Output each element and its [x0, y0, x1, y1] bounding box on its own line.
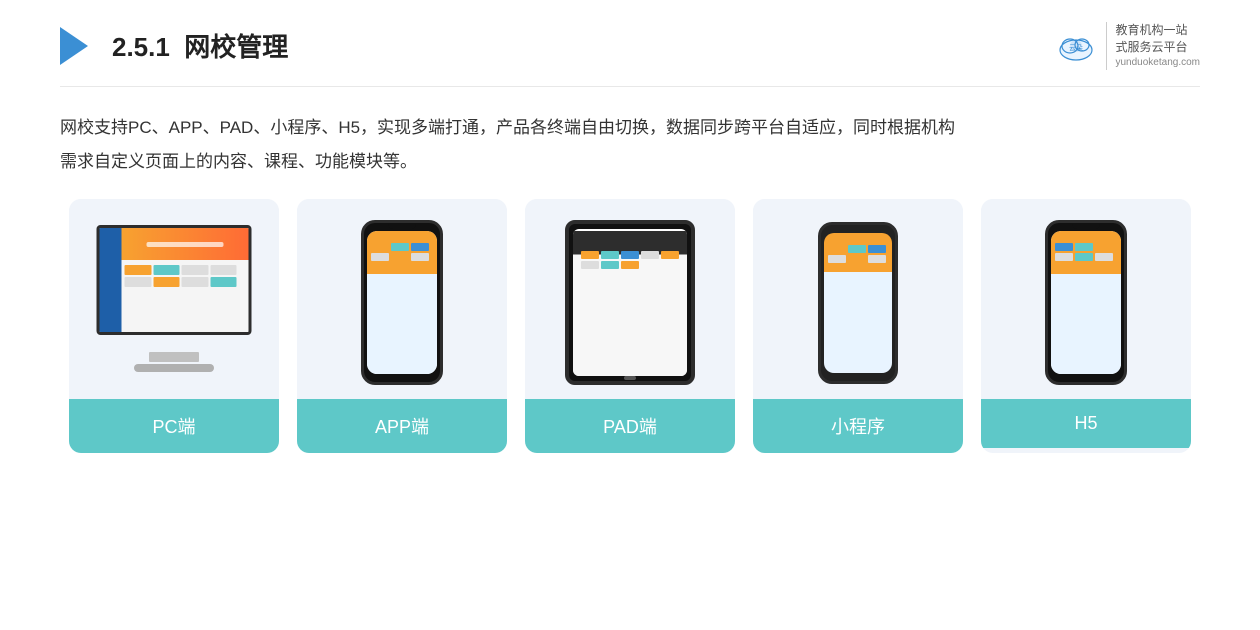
- desktop-cell-8: [210, 277, 237, 287]
- mini-phone-mockup: [818, 222, 898, 384]
- card-app-image: [297, 199, 507, 399]
- block-6: [411, 253, 429, 261]
- header-left: 2.5.1 网校管理: [60, 27, 288, 65]
- block-5: [391, 253, 409, 261]
- phone-notch-h5: [1072, 223, 1100, 229]
- card-pc-label: PC端: [69, 399, 279, 453]
- block-3: [411, 243, 429, 251]
- h5-block-4: [1055, 253, 1073, 261]
- card-app-label: APP端: [297, 399, 507, 453]
- pad-block-4: [641, 251, 659, 259]
- tablet-content: [573, 231, 687, 376]
- mini-block-6: [868, 255, 886, 263]
- brand-line1: yunduoketang.com: [1115, 56, 1200, 70]
- desktop-cell-5: [125, 277, 152, 287]
- h5-block-1: [1055, 243, 1073, 251]
- mini-block-2: [848, 245, 866, 253]
- desktop-mockup: [89, 225, 259, 380]
- h5-block-3: [1095, 243, 1113, 251]
- block-4: [371, 253, 389, 261]
- h5-block-2: [1075, 243, 1093, 251]
- desktop-cell-7: [182, 277, 209, 287]
- page-title: 2.5.1 网校管理: [112, 27, 288, 64]
- desktop-main: [122, 228, 249, 332]
- phone-screen-h5: [1051, 231, 1121, 374]
- brand-line2: 教育机构一站: [1115, 22, 1200, 39]
- phone-mockup-app: [361, 220, 443, 385]
- mini-phone-screen: [824, 233, 892, 373]
- brand-line3: 式服务云平台: [1115, 39, 1200, 56]
- brand-text: 教育机构一站 式服务云平台 yunduoketang.com: [1106, 22, 1200, 70]
- mini-phone-notch: [845, 225, 871, 230]
- card-h5-label: H5: [981, 399, 1191, 448]
- mini-block-3: [868, 245, 886, 253]
- pad-mini-blocks: [577, 247, 683, 273]
- desktop-grid: [122, 262, 249, 290]
- mini-mini-blocks: [824, 241, 892, 267]
- mini-phone-content: [824, 233, 892, 373]
- desktop-hero-text: [147, 242, 223, 247]
- desktop-cell-3: [182, 265, 209, 275]
- card-app: APP端: [297, 199, 507, 453]
- desktop-sidebar: [100, 228, 122, 332]
- mini-block-1: [828, 245, 846, 253]
- desktop-content: [100, 228, 249, 332]
- title-bold: 网校管理: [184, 32, 288, 62]
- card-pad-image: [525, 199, 735, 399]
- pad-block-5: [661, 251, 679, 259]
- phone-content-h5: [1051, 231, 1121, 374]
- section-number: 2.5.1: [112, 32, 170, 62]
- card-h5: H5: [981, 199, 1191, 453]
- phone-notch-app: [388, 223, 416, 229]
- tablet-mockup: [565, 220, 695, 385]
- svg-text:云朵: 云朵: [1069, 44, 1083, 52]
- mini-block-5: [848, 255, 866, 263]
- phone-content-app: [367, 231, 437, 374]
- desktop-cell-1: [125, 265, 152, 275]
- card-pad: PAD端: [525, 199, 735, 453]
- h5-block-5: [1075, 253, 1093, 261]
- desktop-cell-6: [153, 277, 180, 287]
- mini-block-4: [828, 255, 846, 263]
- desktop-hero: [122, 228, 249, 260]
- desktop-screen: [97, 225, 252, 335]
- card-mini-label: 小程序: [753, 399, 963, 453]
- tablet-screen: [573, 229, 687, 376]
- desc-line1: 网校支持PC、APP、PAD、小程序、H5，实现多端打通，产品各终端自由切换，数…: [60, 111, 1200, 145]
- header-divider: [60, 86, 1200, 87]
- desktop-base: [134, 364, 214, 372]
- phone-screen-app: [367, 231, 437, 374]
- pad-block-7: [601, 261, 619, 269]
- card-pc: PC端: [69, 199, 279, 453]
- app-mini-blocks: [367, 239, 437, 265]
- phone-mockup-h5: [1045, 220, 1127, 385]
- pad-block-3: [621, 251, 639, 259]
- block-2: [391, 243, 409, 251]
- desc-line2: 需求自定义页面上的内容、课程、功能模块等。: [60, 145, 1200, 179]
- pad-block-1: [581, 251, 599, 259]
- h5-mini-blocks: [1051, 239, 1121, 265]
- cards-row: PC端: [60, 199, 1200, 453]
- page: 2.5.1 网校管理 云朵 教育机构一站 式服务云平台: [0, 0, 1260, 630]
- tablet-home-btn: [624, 376, 636, 380]
- pad-block-6: [581, 261, 599, 269]
- brand-cloud-icon: 云朵: [1054, 24, 1098, 68]
- card-h5-image: [981, 199, 1191, 399]
- block-1: [371, 243, 389, 251]
- brand-logo: 云朵 教育机构一站 式服务云平台 yunduoketang.com: [1054, 22, 1200, 70]
- pad-block-2: [601, 251, 619, 259]
- header: 2.5.1 网校管理 云朵 教育机构一站 式服务云平台: [60, 0, 1200, 86]
- desktop-cell-4: [210, 265, 237, 275]
- desktop-stand: [149, 352, 199, 362]
- description: 网校支持PC、APP、PAD、小程序、H5，实现多端打通，产品各终端自由切换，数…: [60, 111, 1200, 179]
- card-mini: 小程序: [753, 199, 963, 453]
- card-mini-image: [753, 199, 963, 399]
- card-pad-label: PAD端: [525, 399, 735, 453]
- h5-block-6: [1095, 253, 1113, 261]
- logo-icon: [60, 27, 98, 65]
- card-pc-image: [69, 199, 279, 399]
- pad-block-8: [621, 261, 639, 269]
- desktop-cell-2: [153, 265, 180, 275]
